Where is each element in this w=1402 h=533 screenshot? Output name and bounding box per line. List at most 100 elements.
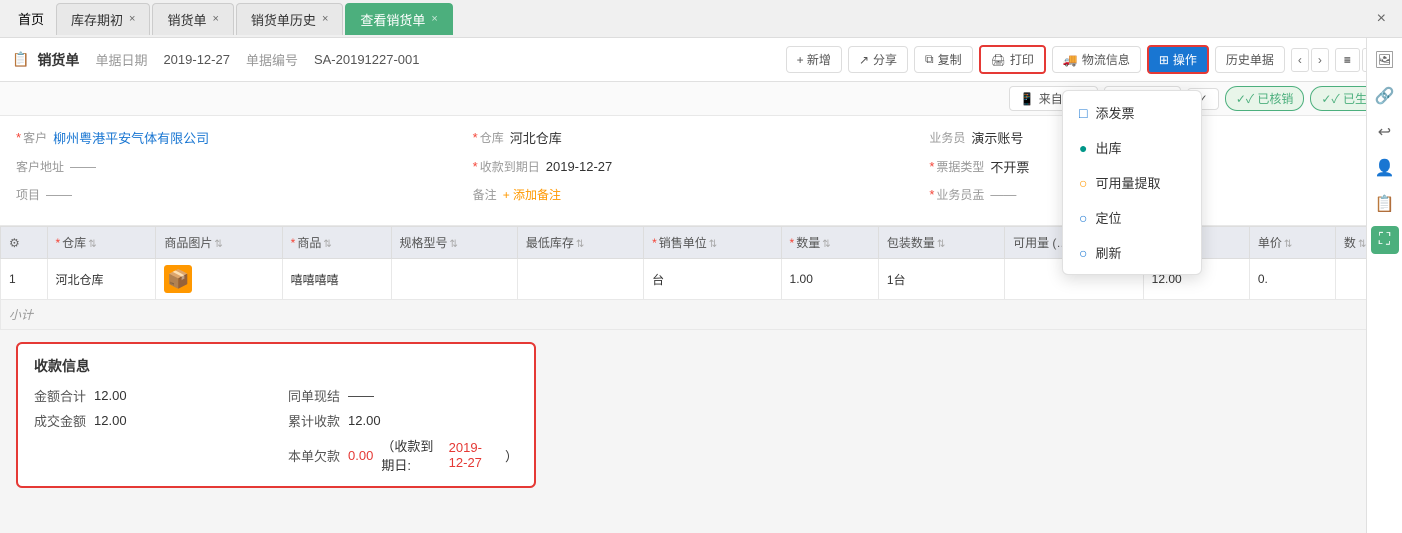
row-product-img: 📦 <box>156 259 282 300</box>
dropdown-add-invoice[interactable]: □ 添发票 <box>1063 95 1201 130</box>
product-image: 📦 <box>164 265 192 293</box>
sidebar-expand-icon[interactable]: ⛶ <box>1371 226 1399 254</box>
doc-title: 销货单 <box>37 50 79 70</box>
sidebar-image-icon[interactable]: 🖼 <box>1371 46 1399 74</box>
print-button[interactable]: 🖨 打印 <box>979 45 1046 74</box>
refresh-label: 刷新 <box>1095 243 1121 262</box>
project-label: 项目 <box>16 186 40 203</box>
payment-info-title: 收款信息 <box>34 356 518 376</box>
dropdown-outbound[interactable]: ● 出库 <box>1063 130 1201 165</box>
status-sold-button[interactable]: ✓ ✓ 已核销 <box>1225 86 1305 111</box>
col-settings[interactable]: ⚙ <box>1 227 48 259</box>
check-effect-icon: ✓ <box>1321 92 1331 106</box>
deal-amount-row: 成交金额 12.00 <box>34 411 264 430</box>
row-qty: 1.00 <box>781 259 878 300</box>
share-button[interactable]: ↗ 分享 <box>848 46 908 73</box>
payment-info-card: 收款信息 金额合计 12.00 同单现结 —— 成交金额 12.00 累计收款 … <box>16 342 536 488</box>
sidebar-clipboard-icon[interactable]: 📋 <box>1371 190 1399 218</box>
locate-icon: ○ <box>1079 210 1087 226</box>
row-min-stock <box>517 259 643 300</box>
dropdown-refresh[interactable]: ○ 刷新 <box>1063 235 1201 270</box>
dropdown-available-qty[interactable]: ○ 可用量提取 <box>1063 165 1201 200</box>
close-sales-tab[interactable]: × <box>212 13 218 25</box>
deal-amount-value: 12.00 <box>94 413 127 428</box>
outstanding-row: 本单欠款 0.00 （收款到期日: 2019-12-27 ） <box>288 436 518 474</box>
next-button[interactable]: › <box>1311 48 1329 72</box>
truck-icon: 🚚 <box>1063 53 1078 67</box>
doc-meta: 单据日期 2019-12-27 单据编号 SA-20191227-001 <box>95 50 777 69</box>
row-product: 嘻嘻嘻嘻 <box>282 259 391 300</box>
main-toolbar: 📋 销货单 单据日期 2019-12-27 单据编号 SA-20191227-0… <box>0 38 1402 82</box>
operations-button[interactable]: ⊞ 操作 <box>1147 45 1209 74</box>
window-close-button[interactable]: × <box>1369 6 1394 32</box>
col-unit: *销售单位⇅ <box>644 227 781 259</box>
project-value: —— <box>46 187 72 202</box>
sidebar-return-icon[interactable]: ↩ <box>1371 118 1399 146</box>
col-product-img: 商品图片⇅ <box>156 227 282 259</box>
note-field: 备注 + 添加备注 <box>473 186 930 203</box>
add-invoice-label: 添发票 <box>1095 103 1134 122</box>
close-inventory-tab[interactable]: × <box>129 13 135 25</box>
row-unit: 台 <box>644 259 781 300</box>
customer-value[interactable]: 柳州粤港平安气体有限公司 <box>53 128 209 147</box>
total-amount-row: 金额合计 12.00 <box>34 386 264 405</box>
staff-label: 业务员 <box>929 129 965 146</box>
copy-icon: ⧉ <box>925 52 934 67</box>
operations-dropdown: □ 添发票 ● 出库 ○ 可用量提取 ○ 定位 ○ 刷新 <box>1062 90 1202 275</box>
close-view-sales-tab[interactable]: × <box>431 13 437 25</box>
due-date-suffix: ） <box>505 446 518 465</box>
tab-view-sales[interactable]: 查看销货单 × <box>345 3 452 35</box>
same-order-row: 同单现结 —— <box>288 386 518 405</box>
new-button[interactable]: + 新增 <box>786 46 842 73</box>
no-label: 单据编号 <box>246 50 298 69</box>
phone-icon: 📱 <box>1020 92 1035 106</box>
settings-icon[interactable]: ⚙ <box>9 236 20 250</box>
address-value: —— <box>70 159 96 174</box>
list-view-button[interactable]: ≡ <box>1335 48 1360 72</box>
staff-value: 演示账号 <box>971 128 1023 147</box>
sidebar-user-icon[interactable]: 👤 <box>1371 154 1399 182</box>
history-button[interactable]: 历史单据 <box>1215 46 1285 73</box>
customer-label: 客户 <box>23 129 47 146</box>
warehouse-value: 河北仓库 <box>510 128 562 147</box>
total-amount-value: 12.00 <box>94 388 127 403</box>
note-label: 备注 <box>473 186 497 203</box>
logistics-button[interactable]: 🚚 物流信息 <box>1052 46 1141 73</box>
dropdown-locate[interactable]: ○ 定位 <box>1063 200 1201 235</box>
tab-sales-history[interactable]: 销货单历史 × <box>236 3 343 35</box>
staff2-label: 业务员盂 <box>936 186 984 203</box>
toolbar-actions: + 新增 ↗ 分享 ⧉ 复制 🖨 打印 🚚 物流信息 ⊞ 操作 历史单据 <box>786 45 1390 74</box>
add-note-button[interactable]: + 添加备注 <box>503 186 561 203</box>
col-warehouse: *仓库⇅ <box>47 227 156 259</box>
col-pkg-qty: 包装数量⇅ <box>878 227 1004 259</box>
payment-date-field: * 收款到期日 2019-12-27 <box>473 158 930 175</box>
tab-sales[interactable]: 销货单 × <box>152 3 233 35</box>
project-field: 项目 —— <box>16 186 473 203</box>
payment-date-value: 2019-12-27 <box>546 159 613 174</box>
cumulative-value: 12.00 <box>348 413 381 428</box>
tab-home[interactable]: 首页 <box>8 3 54 34</box>
ticket-type-value: 不开票 <box>990 157 1029 176</box>
due-date-value: 2019-12-27 <box>449 440 497 470</box>
sidebar-link-icon[interactable]: 🔗 <box>1371 82 1399 110</box>
due-date-label: （收款到期日: <box>381 436 440 474</box>
outbound-icon: ● <box>1079 140 1087 156</box>
available-qty-label: 可用量提取 <box>1095 173 1160 192</box>
copy-button[interactable]: ⧉ 复制 <box>914 46 973 73</box>
close-sales-history-tab[interactable]: × <box>322 13 328 25</box>
payment-date-label: 收款到期日 <box>480 158 540 175</box>
outbound-label: 出库 <box>1095 138 1121 157</box>
customer-field: * 客户 柳州粤港平安气体有限公司 <box>16 128 473 147</box>
tab-inventory[interactable]: 库存期初 × <box>56 3 150 35</box>
date-label: 单据日期 <box>95 50 147 69</box>
tab-bar: 首页 库存期初 × 销货单 × 销货单历史 × 查看销货单 × × <box>0 0 1402 38</box>
doc-icon: 📋 <box>12 51 29 68</box>
col-spec: 规格型号⇅ <box>391 227 517 259</box>
row-no: 1 <box>1 259 48 300</box>
available-qty-icon: ○ <box>1079 175 1087 191</box>
warehouse-label: 仓库 <box>480 129 504 146</box>
ticket-type-label: 票据类型 <box>936 158 984 175</box>
prev-button[interactable]: ‹ <box>1291 48 1309 72</box>
payment-info-grid: 金额合计 12.00 同单现结 —— 成交金额 12.00 累计收款 12.00 <box>34 386 518 474</box>
print-icon: 🖨 <box>991 53 1006 67</box>
